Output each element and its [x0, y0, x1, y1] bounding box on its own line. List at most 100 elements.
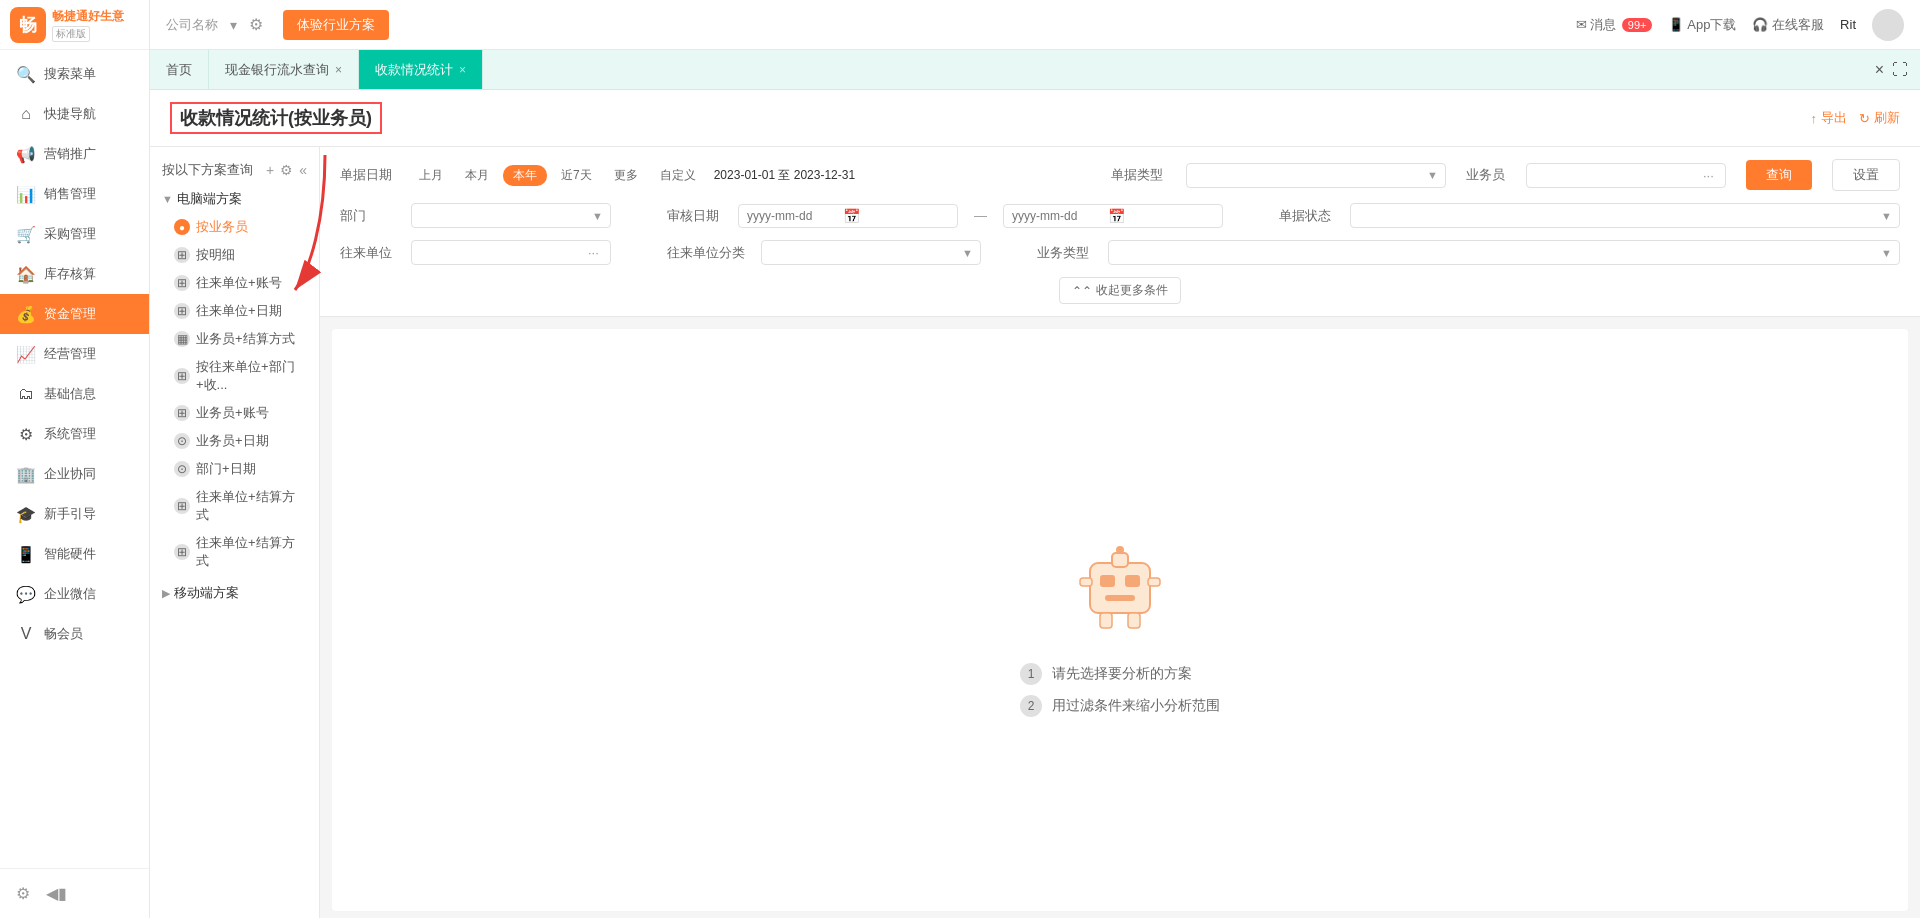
svg-rect-0: [1090, 563, 1150, 613]
query-button[interactable]: 查询: [1746, 160, 1812, 190]
topbar-breadcrumb: 公司名称: [166, 16, 218, 34]
sidebar-item-wechat[interactable]: 💬 企业微信: [0, 574, 149, 614]
scheme-item-6[interactable]: ⊞ 业务员+账号: [150, 399, 319, 427]
user-avatar[interactable]: [1872, 9, 1904, 41]
biz-type-select[interactable]: [1108, 240, 1900, 265]
date-tab-lastmonth[interactable]: 上月: [411, 165, 451, 186]
collapse-panel-icon[interactable]: «: [299, 162, 307, 178]
salesperson-input[interactable]: [1537, 168, 1697, 183]
scheme-item-10[interactable]: ⊞ 往来单位+结算方式: [150, 529, 319, 575]
scheme-item-9[interactable]: ⊞ 往来单位+结算方式: [150, 483, 319, 529]
sidebar-item-purchase[interactable]: 🛒 采购管理: [0, 214, 149, 254]
sidebar-item-vip[interactable]: V 畅会员: [0, 614, 149, 654]
sidebar-item-inventory[interactable]: 🏠 库存核算: [0, 254, 149, 294]
date-tab-custom[interactable]: 自定义: [652, 165, 704, 186]
dept-select[interactable]: [411, 203, 611, 228]
settings-footer-icon[interactable]: ⚙: [16, 884, 30, 903]
sidebar-item-hardware[interactable]: 📱 智能硬件: [0, 534, 149, 574]
sidebar-item-enterprise[interactable]: 🏢 企业协同: [0, 454, 149, 494]
mobile-group-label: 移动端方案: [174, 584, 239, 602]
add-scheme-icon[interactable]: +: [266, 162, 274, 178]
scheme-item-0[interactable]: ● 按业务员: [150, 213, 319, 241]
sidebar-item-marketing[interactable]: 📢 营销推广: [0, 134, 149, 174]
step-2-text: 用过滤条件来缩小分析范围: [1052, 697, 1220, 715]
review-date-start-input[interactable]: [747, 209, 837, 223]
app-download[interactable]: 📱 App下载: [1668, 16, 1736, 34]
vip-icon: V: [16, 624, 36, 644]
sidebar-item-vip-label: 畅会员: [44, 625, 83, 643]
tab-receipt-label: 收款情况统计: [375, 61, 453, 79]
step-1-text: 请先选择要分析的方案: [1052, 665, 1192, 683]
sidebar-item-basic[interactable]: 🗂 基础信息: [0, 374, 149, 414]
scheme-item-4[interactable]: ▦ 业务员+结算方式: [150, 325, 319, 353]
calendar-end-icon[interactable]: 📅: [1108, 208, 1125, 224]
operations-icon: 📈: [16, 344, 36, 364]
scheme-item-5[interactable]: ⊞ 按往来单位+部门+收...: [150, 353, 319, 399]
filter-area: 单据日期 上月 本月 本年 近7天 更多 自定义 2023-01-01 至 20…: [320, 147, 1920, 317]
sidebar-item-search[interactable]: 🔍 搜索菜单: [0, 54, 149, 94]
date-tab-7days[interactable]: 近7天: [553, 165, 600, 186]
topbar-gear-icon[interactable]: ⚙: [249, 15, 263, 34]
sidebar-item-quicknav-label: 快捷导航: [44, 105, 96, 123]
scheme-item-icon-2: ⊞: [174, 275, 190, 291]
biz-type-select-wrap: ▼: [1108, 240, 1900, 265]
phone-icon: 📱: [1668, 17, 1684, 32]
partner-cat-select[interactable]: [761, 240, 981, 265]
sidebar-item-finance[interactable]: 💰 资金管理: [0, 294, 149, 334]
review-date-end-input[interactable]: [1012, 209, 1102, 223]
settings-scheme-icon[interactable]: ⚙: [280, 162, 293, 178]
doc-type-select[interactable]: [1186, 163, 1446, 188]
dept-label: 部门: [340, 207, 395, 225]
sidebar-item-operations-label: 经营管理: [44, 345, 96, 363]
tab-bank[interactable]: 现金银行流水查询 ×: [209, 50, 359, 89]
sidebar-item-quicknav[interactable]: ⌂ 快捷导航: [0, 94, 149, 134]
purchase-icon: 🛒: [16, 224, 36, 244]
scheme-item-8[interactable]: ⊙ 部门+日期: [150, 455, 319, 483]
scheme-item-label-4: 业务员+结算方式: [196, 330, 295, 348]
svg-rect-9: [1128, 613, 1140, 628]
date-tab-thismonth[interactable]: 本月: [457, 165, 497, 186]
system-icon: ⚙: [16, 424, 36, 444]
export-button[interactable]: ↑ 导出: [1811, 109, 1848, 127]
desktop-scheme-group: ▼ 电脑端方案 ● 按业务员 ⊞ 按明细 ⊞ 往来单位+账号 ⊞: [150, 185, 319, 575]
sidebar-item-system[interactable]: ⚙ 系统管理: [0, 414, 149, 454]
doc-type-select-wrap: ▼: [1186, 163, 1446, 188]
scheme-item-3[interactable]: ⊞ 往来单位+日期: [150, 297, 319, 325]
message-area[interactable]: ✉ 消息 99+: [1576, 16, 1653, 34]
svg-rect-4: [1112, 553, 1128, 567]
user-name: Rit: [1840, 17, 1856, 32]
online-service[interactable]: 🎧 在线客服: [1752, 16, 1824, 34]
date-tab-more[interactable]: 更多: [606, 165, 646, 186]
partner-more-icon[interactable]: ···: [588, 245, 599, 260]
settings-button[interactable]: 设置: [1832, 159, 1900, 191]
tab-close-all-button[interactable]: ×: [1875, 61, 1884, 79]
empty-state: 1 请先选择要分析的方案 2 用过滤条件来缩小分析范围: [332, 329, 1908, 911]
mobile-group-title[interactable]: ▶ 移动端方案: [150, 579, 319, 607]
tab-maximize-button[interactable]: ⛶: [1892, 61, 1908, 79]
scheme-item-label-6: 业务员+账号: [196, 404, 269, 422]
tab-receipt[interactable]: 收款情况统计 ×: [359, 50, 483, 89]
partner-input[interactable]: [422, 245, 582, 260]
sidebar-item-operations[interactable]: 📈 经营管理: [0, 334, 149, 374]
sidebar-item-enterprise-label: 企业协同: [44, 465, 96, 483]
date-tab-thisyear[interactable]: 本年: [503, 165, 547, 186]
scheme-item-label-0: 按业务员: [196, 218, 248, 236]
tab-home[interactable]: 首页: [150, 50, 209, 89]
refresh-button[interactable]: ↻ 刷新: [1859, 109, 1900, 127]
scheme-item-1[interactable]: ⊞ 按明细: [150, 241, 319, 269]
sidebar-item-sales[interactable]: 📊 销售管理: [0, 174, 149, 214]
calendar-start-icon[interactable]: 📅: [843, 208, 860, 224]
collapse-more-button[interactable]: ⌃⌃ 收起更多条件: [1059, 277, 1181, 304]
scheme-item-7[interactable]: ⊙ 业务员+日期: [150, 427, 319, 455]
tab-bank-close-icon[interactable]: ×: [335, 63, 342, 77]
doc-status-select[interactable]: [1350, 203, 1900, 228]
salesperson-more-icon[interactable]: ···: [1703, 168, 1714, 183]
trial-button[interactable]: 体验行业方案: [283, 10, 389, 40]
collapse-sidebar-icon[interactable]: ◀▮: [46, 884, 67, 903]
sidebar-item-guide[interactable]: 🎓 新手引导: [0, 494, 149, 534]
tab-receipt-close-icon[interactable]: ×: [459, 63, 466, 77]
topbar-dropdown-icon[interactable]: ▾: [230, 17, 237, 33]
desktop-group-title[interactable]: ▼ 电脑端方案: [150, 185, 319, 213]
sales-icon: 📊: [16, 184, 36, 204]
scheme-item-2[interactable]: ⊞ 往来单位+账号: [150, 269, 319, 297]
